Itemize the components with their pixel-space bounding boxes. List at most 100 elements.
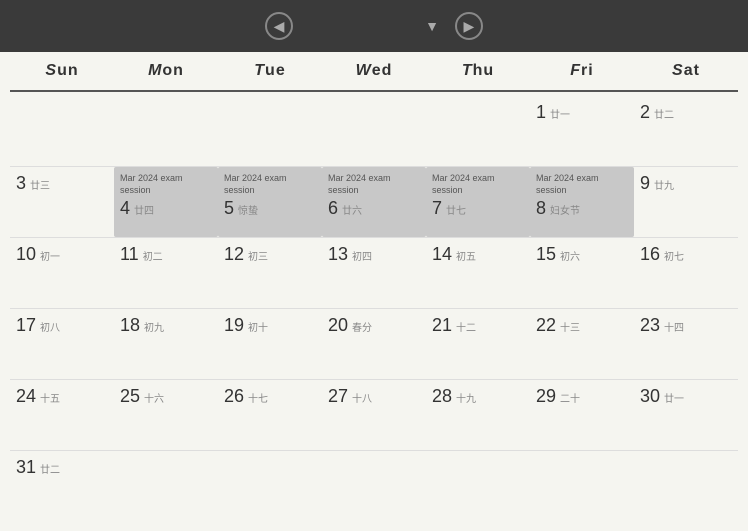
day-rest: at: [684, 62, 700, 79]
day-rest: ri: [581, 62, 594, 79]
calendar-cell[interactable]: 30廿一: [634, 380, 738, 450]
calendar-cell[interactable]: Mar 2024 exam session5惊蛰: [218, 167, 322, 237]
lunar-date: 初二: [143, 248, 163, 263]
calendar-cell[interactable]: 29 二十: [530, 380, 634, 450]
day-header-wed: Wed: [322, 52, 426, 90]
date-number: 5: [224, 198, 234, 219]
prev-month-button[interactable]: ◀: [265, 12, 293, 40]
lunar-date: 初五: [456, 248, 476, 263]
lunar-date: 十三: [560, 319, 580, 334]
date-number: 17: [16, 315, 36, 336]
calendar-cell[interactable]: 16初七: [634, 238, 738, 308]
calendar-cell[interactable]: 19初十: [218, 309, 322, 379]
day-rest: un: [57, 62, 79, 79]
calendar-cell[interactable]: 27十八: [322, 380, 426, 450]
calendar-cell: [426, 451, 530, 521]
date-number: 31: [16, 457, 36, 478]
lunar-date: 廿七: [446, 202, 466, 217]
calendar-cell[interactable]: 3廿三: [10, 167, 114, 237]
calendar-cell: [322, 451, 426, 521]
calendar-cell[interactable]: 28十九: [426, 380, 530, 450]
date-row: 21十二: [432, 315, 524, 336]
date-row: 9廿九: [640, 173, 732, 194]
date-number: 4: [120, 198, 130, 219]
calendar-cell: [426, 96, 530, 166]
calendar-cell[interactable]: 20春分: [322, 309, 426, 379]
event-tag: Mar 2024 exam session: [328, 173, 420, 196]
lunar-date: 十八: [352, 390, 372, 405]
date-number: 12: [224, 244, 244, 265]
date-row: 29 二十: [536, 386, 628, 407]
lunar-date: 十二: [456, 319, 476, 334]
calendar-cell[interactable]: 2廿二: [634, 96, 738, 166]
next-month-button[interactable]: ▶: [455, 12, 483, 40]
day-first-letter: W: [356, 62, 372, 79]
lunar-date: 廿二: [40, 461, 60, 476]
header: ◀ ▼ ▶: [0, 0, 748, 52]
day-first-letter: M: [148, 62, 162, 79]
calendar-cell[interactable]: Mar 2024 exam session4廿四: [114, 167, 218, 237]
calendar-cell[interactable]: 14初五: [426, 238, 530, 308]
date-number: 25: [120, 386, 140, 407]
date-row: 2廿二: [640, 102, 732, 123]
day-first-letter: T: [462, 62, 473, 79]
day-rest: hu: [473, 62, 495, 79]
calendar-cell[interactable]: Mar 2024 exam session8妇女节: [530, 167, 634, 237]
date-row: 19初十: [224, 315, 316, 336]
calendar-cell[interactable]: Mar 2024 exam session6廿六: [322, 167, 426, 237]
calendar-cell[interactable]: 11初二: [114, 238, 218, 308]
calendar-cell[interactable]: 15初六: [530, 238, 634, 308]
date-row: 31 廿二: [16, 457, 108, 478]
calendar-cell: [530, 451, 634, 521]
lunar-date: 十四: [664, 319, 684, 334]
date-row: 20春分: [328, 315, 420, 336]
day-header-sun: Sun: [10, 52, 114, 90]
calendar-cell[interactable]: 22 十三: [530, 309, 634, 379]
calendar-cell: [114, 451, 218, 521]
date-number: 26: [224, 386, 244, 407]
date-number: 3: [16, 173, 26, 194]
day-first-letter: S: [672, 62, 684, 79]
event-tag: Mar 2024 exam session: [536, 173, 628, 196]
day-first-letter: S: [45, 62, 57, 79]
days-header: SunMonTueWedThuFriSat: [10, 52, 738, 92]
lunar-date: 二十: [560, 390, 580, 405]
date-number: 29: [536, 386, 556, 407]
date-number: 30: [640, 386, 660, 407]
calendar-cell[interactable]: 21十二: [426, 309, 530, 379]
calendar-cell[interactable]: 10初一: [10, 238, 114, 308]
calendar: SunMonTueWedThuFriSat 1廿一2廿二3廿三Mar 2024 …: [0, 52, 748, 531]
calendar-cell: [322, 96, 426, 166]
calendar-cell: [218, 451, 322, 521]
calendar-cell[interactable]: 17初八: [10, 309, 114, 379]
lunar-date: 廿六: [342, 202, 362, 217]
lunar-date: 十五: [40, 390, 60, 405]
date-number: 1: [536, 102, 546, 123]
calendar-cell[interactable]: 25十六: [114, 380, 218, 450]
date-row: 10初一: [16, 244, 108, 265]
calendar-cell[interactable]: 13初四: [322, 238, 426, 308]
date-number: 9: [640, 173, 650, 194]
calendar-cell[interactable]: 26十七: [218, 380, 322, 450]
date-row: 14初五: [432, 244, 524, 265]
calendar-cell[interactable]: 24 十五: [10, 380, 114, 450]
day-first-letter: F: [570, 62, 581, 79]
calendar-cell[interactable]: Mar 2024 exam session7廿七: [426, 167, 530, 237]
calendar-cell[interactable]: 18初九: [114, 309, 218, 379]
date-row: 11初二: [120, 244, 212, 265]
event-tag: Mar 2024 exam session: [224, 173, 316, 196]
dropdown-icon[interactable]: ▼: [425, 18, 439, 34]
calendar-cell[interactable]: 12初三: [218, 238, 322, 308]
day-header-sat: Sat: [634, 52, 738, 90]
calendar-cell[interactable]: 1廿一: [530, 96, 634, 166]
date-number: 22: [536, 315, 556, 336]
calendar-cell[interactable]: 31 廿二: [10, 451, 114, 521]
day-header-thu: Thu: [426, 52, 530, 90]
lunar-date: 初四: [352, 248, 372, 263]
date-row: 28十九: [432, 386, 524, 407]
calendar-cell[interactable]: 9廿九: [634, 167, 738, 237]
calendar-cell[interactable]: 23十四: [634, 309, 738, 379]
date-row: 5惊蛰: [224, 198, 316, 219]
date-number: 24: [16, 386, 36, 407]
event-tag: Mar 2024 exam session: [120, 173, 212, 196]
